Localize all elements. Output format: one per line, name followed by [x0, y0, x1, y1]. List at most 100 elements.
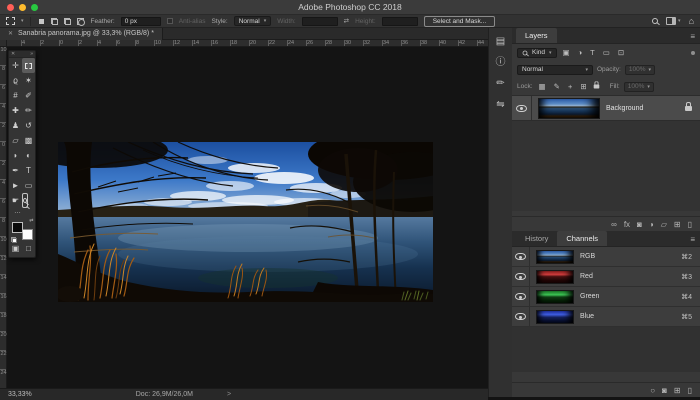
width-input[interactable]: [302, 17, 338, 26]
crop-tool[interactable]: #: [9, 88, 22, 103]
quick-mask-button[interactable]: ▣: [9, 242, 22, 254]
brush-settings-panel-icon[interactable]: ✏: [496, 78, 504, 89]
link-dimensions-icon[interactable]: ⇄: [344, 17, 349, 25]
filter-smart-objects-icon[interactable]: ⊡: [616, 48, 626, 57]
add-layer-mask-icon[interactable]: ◙: [637, 220, 642, 229]
save-selection-as-channel-icon[interactable]: ◙: [662, 386, 667, 395]
lasso-tool[interactable]: ϱ: [9, 73, 22, 88]
channel-visibility-toggle[interactable]: [512, 267, 530, 286]
new-selection-icon[interactable]: [37, 17, 46, 26]
link-layers-icon[interactable]: ∞: [611, 220, 617, 229]
style-select[interactable]: Normal ▾: [234, 16, 271, 26]
delete-layer-icon[interactable]: ▯: [688, 220, 692, 229]
swap-colors-icon[interactable]: ⇄: [29, 218, 33, 224]
hand-tool[interactable]: ☛: [9, 193, 22, 208]
tab-layers[interactable]: Layers: [516, 28, 557, 43]
antialias-checkbox[interactable]: [167, 18, 173, 24]
filter-adjustment-layers-icon[interactable]: ◑: [576, 48, 585, 57]
subtract-from-selection-icon[interactable]: [63, 17, 72, 26]
foreground-color-swatch[interactable]: [12, 222, 23, 233]
close-tab-icon[interactable]: ✕: [8, 30, 13, 37]
close-icon[interactable]: ✕: [11, 51, 15, 57]
marquee-tool[interactable]: [22, 58, 35, 73]
layer-row-background[interactable]: Background: [512, 95, 700, 121]
panel-menu-icon[interactable]: ≡: [690, 235, 695, 244]
panel-menu-icon[interactable]: ≡: [690, 32, 695, 41]
channel-thumbnail[interactable]: [536, 250, 574, 264]
filter-shape-layers-icon[interactable]: ▭: [601, 48, 612, 57]
channel-visibility-toggle[interactable]: [512, 307, 530, 326]
delete-channel-icon[interactable]: ▯: [688, 386, 692, 395]
home-icon[interactable]: ⌂: [689, 16, 694, 26]
add-to-selection-icon[interactable]: [50, 17, 59, 26]
tool-preset-icon[interactable]: [6, 17, 15, 25]
gradient-tool[interactable]: ▩: [22, 133, 35, 148]
collapse-icon[interactable]: »: [30, 51, 33, 57]
type-tool[interactable]: T: [22, 163, 35, 178]
screen-mode-button[interactable]: □: [22, 242, 35, 254]
opacity-value[interactable]: 100% ▾: [625, 65, 655, 75]
lock-artboard-icon[interactable]: ⊞: [578, 82, 588, 91]
properties-panel-icon[interactable]: ⇋: [496, 99, 504, 110]
channel-visibility-toggle[interactable]: [512, 247, 530, 266]
brush-tool[interactable]: ✏: [22, 103, 35, 118]
fill-value[interactable]: 100% ▾: [624, 82, 654, 92]
Green[interactable]: Green ⌘4: [512, 287, 700, 307]
blend-mode-select[interactable]: Normal ▾: [517, 65, 593, 75]
load-channel-selection-icon[interactable]: ○: [650, 386, 655, 395]
height-input[interactable]: [382, 17, 418, 26]
feather-input[interactable]: 0 px: [121, 17, 161, 26]
histogram-panel-icon[interactable]: ▤: [496, 36, 505, 47]
channel-thumbnail[interactable]: [536, 290, 574, 304]
history-brush-tool[interactable]: ↺: [22, 118, 35, 133]
lock-transparent-pixels-icon[interactable]: ▦: [537, 82, 548, 91]
tab-channels[interactable]: Channels: [557, 231, 607, 246]
layer-thumbnail[interactable]: [538, 98, 600, 119]
eyedropper-tool[interactable]: ✐: [22, 88, 35, 103]
tab-history[interactable]: History: [516, 231, 557, 246]
dodge-tool[interactable]: ◐: [22, 148, 35, 163]
filter-type-layers-icon[interactable]: T: [588, 48, 597, 57]
filter-pixel-layers-icon[interactable]: ▣: [561, 48, 572, 57]
intersect-selection-icon[interactable]: [76, 17, 85, 26]
default-colors-icon[interactable]: [11, 237, 16, 242]
healing-brush-tool[interactable]: ✚: [9, 103, 22, 118]
shape-tool[interactable]: ▭: [22, 178, 35, 193]
pen-tool[interactable]: ✒: [9, 163, 22, 178]
filter-toggle-icon[interactable]: [691, 51, 695, 55]
edit-toolbar-icon[interactable]: …: [9, 208, 35, 217]
layer-filter-select[interactable]: Kind ▾: [517, 48, 557, 58]
workspace-switcher-icon[interactable]: [666, 17, 676, 25]
photo-canvas[interactable]: [58, 142, 433, 302]
search-icon[interactable]: [652, 18, 658, 24]
lock-image-pixels-icon[interactable]: ✎: [552, 82, 562, 91]
lock-all-icon[interactable]: [593, 85, 599, 89]
chevron-down-icon[interactable]: ▾: [678, 18, 681, 24]
document-tab[interactable]: ✕ Sanabria panorama.jpg @ 33,3% (RGB/8) …: [0, 28, 163, 40]
new-layer-icon[interactable]: ⊞: [674, 220, 681, 229]
adjustment-layer-icon[interactable]: ◑: [649, 220, 654, 229]
status-options-chevron-icon[interactable]: >: [227, 391, 231, 398]
new-channel-icon[interactable]: ⊞: [674, 386, 681, 395]
zoom-level-field[interactable]: 33,33%: [0, 391, 40, 398]
move-tool[interactable]: ✛: [9, 58, 22, 73]
lock-position-icon[interactable]: +: [566, 82, 574, 91]
clone-stamp-tool[interactable]: ♟: [9, 118, 22, 133]
new-group-icon[interactable]: ▱: [661, 220, 667, 229]
eraser-tool[interactable]: ▱: [9, 133, 22, 148]
layer-visibility-toggle[interactable]: [512, 96, 532, 120]
chevron-down-icon[interactable]: ▾: [21, 18, 24, 24]
Red[interactable]: Red ⌘3: [512, 267, 700, 287]
canvas-area[interactable]: 4202468101214161820222426283032343638404…: [0, 40, 488, 388]
Blue[interactable]: Blue ⌘5: [512, 307, 700, 327]
blur-tool[interactable]: ◗: [9, 148, 22, 163]
info-panel-icon[interactable]: ⓘ: [496, 57, 506, 68]
background-color-swatch[interactable]: [22, 229, 33, 240]
layer-style-icon[interactable]: fx: [624, 220, 630, 229]
select-and-mask-button[interactable]: Select and Mask...: [424, 16, 495, 27]
channel-thumbnail[interactable]: [536, 310, 574, 324]
channel-visibility-toggle[interactable]: [512, 287, 530, 306]
path-selection-tool[interactable]: ►: [9, 178, 22, 193]
RGB[interactable]: RGB ⌘2: [512, 247, 700, 267]
channel-thumbnail[interactable]: [536, 270, 574, 284]
